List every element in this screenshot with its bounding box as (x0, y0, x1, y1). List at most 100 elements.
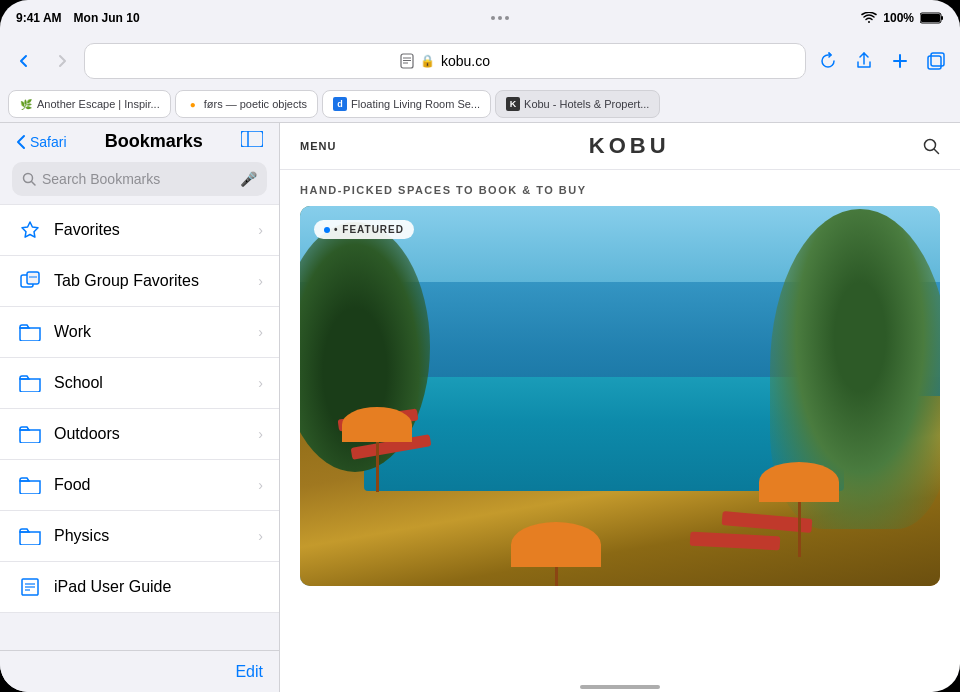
battery-level: 100% (883, 11, 914, 25)
favorites-chevron: › (258, 222, 263, 238)
tab-group-favorites-chevron: › (258, 273, 263, 289)
outdoors-label: Outdoors (54, 425, 258, 443)
tab-favicon-1: 🌿 (19, 97, 33, 111)
back-safari-label: Safari (30, 134, 67, 150)
featured-badge: • FEATURED (314, 220, 414, 239)
svg-rect-1 (941, 16, 943, 20)
tab-kobu[interactable]: K Kobu - Hotels & Propert... (495, 90, 660, 118)
svg-rect-10 (931, 53, 944, 66)
kobu-search-icon[interactable] (922, 137, 940, 155)
web-content: MENU KOBU HAND-PICKED SPACES TO BOOK & T… (280, 123, 960, 692)
bookmark-item-food[interactable]: Food › (0, 460, 279, 511)
edit-button[interactable]: Edit (235, 663, 263, 681)
bookmark-list: Favorites › Tab Group Favorites › (0, 204, 279, 650)
back-to-safari[interactable]: Safari (16, 134, 67, 150)
status-center-dots (491, 16, 509, 20)
bookmark-item-favorites[interactable]: Favorites › (0, 204, 279, 256)
pool-scene (300, 206, 940, 586)
scroll-indicator (580, 685, 660, 689)
tab-label-4: Kobu - Hotels & Propert... (524, 98, 649, 110)
wifi-icon (861, 12, 877, 24)
kobu-hero-image: • FEATURED (300, 206, 940, 586)
new-tab-button[interactable] (884, 45, 916, 77)
sidebar-header: Safari Bookmarks (0, 123, 279, 152)
share-button[interactable] (848, 45, 880, 77)
tab-fors[interactable]: ● førs — poetic objects (175, 90, 318, 118)
bookmark-item-work[interactable]: Work › (0, 307, 279, 358)
address-bar[interactable]: 🔒 kobu.co (84, 43, 806, 79)
kobu-tagline: HAND-PICKED SPACES TO BOOK & TO BUY (280, 170, 960, 206)
svg-line-14 (32, 182, 36, 186)
ipad-user-guide-label: iPad User Guide (54, 578, 263, 596)
battery-icon (920, 12, 944, 24)
tab-floating-room[interactable]: d Floating Living Room Se... (322, 90, 491, 118)
favorites-icon (16, 216, 44, 244)
featured-badge-text: • FEATURED (334, 224, 404, 235)
kobu-header: MENU KOBU (280, 123, 960, 170)
toolbar-actions (812, 45, 952, 77)
tab-favicon-2: ● (186, 97, 200, 111)
bookmark-item-tab-group-favorites[interactable]: Tab Group Favorites › (0, 256, 279, 307)
physics-chevron: › (258, 528, 263, 544)
svg-rect-11 (241, 131, 263, 147)
reload-button[interactable] (812, 45, 844, 77)
school-chevron: › (258, 375, 263, 391)
physics-folder-icon (16, 522, 44, 550)
search-placeholder: Search Bookmarks (42, 171, 160, 187)
reader-mode-icon (400, 53, 414, 69)
favorites-label: Favorites (54, 221, 258, 239)
school-label: School (54, 374, 258, 392)
bookmark-item-ipad-user-guide[interactable]: iPad User Guide (0, 562, 279, 613)
mic-icon: 🎤 (240, 171, 257, 187)
svg-rect-9 (928, 56, 941, 69)
bookmark-item-outdoors[interactable]: Outdoors › (0, 409, 279, 460)
lock-icon: 🔒 (420, 54, 435, 68)
sidebar-title: Bookmarks (67, 131, 241, 152)
tab-label-3: Floating Living Room Se... (351, 98, 480, 110)
bookmark-item-physics[interactable]: Physics › (0, 511, 279, 562)
food-folder-icon (16, 471, 44, 499)
tab-another-escape[interactable]: 🌿 Another Escape | Inspir... (8, 90, 171, 118)
svg-rect-16 (27, 272, 39, 284)
svg-rect-2 (921, 14, 940, 22)
outdoors-chevron: › (258, 426, 263, 442)
url-text: kobu.co (441, 53, 490, 69)
bookmark-item-school[interactable]: School › (0, 358, 279, 409)
ipad-user-guide-icon (16, 573, 44, 601)
status-bar-left: 9:41 AM Mon Jun 10 (16, 11, 140, 25)
kobu-menu-label[interactable]: MENU (300, 140, 336, 152)
outdoors-folder-icon (16, 420, 44, 448)
tab-overview-button[interactable] (920, 45, 952, 77)
status-time: 9:41 AM (16, 11, 62, 25)
tab-label-2: førs — poetic objects (204, 98, 307, 110)
main-area: Safari Bookmarks Search Bookmarks (0, 123, 960, 692)
status-date: Mon Jun 10 (74, 11, 140, 25)
status-bar-right: 100% (861, 11, 944, 25)
search-icon (22, 172, 36, 186)
school-folder-icon (16, 369, 44, 397)
sidebar-toggle-button[interactable] (241, 131, 263, 152)
tab-group-favorites-label: Tab Group Favorites (54, 272, 258, 290)
sidebar-footer: Edit (0, 650, 279, 692)
status-bar: 9:41 AM Mon Jun 10 100% (0, 0, 960, 36)
physics-label: Physics (54, 527, 258, 545)
browser-toolbar: 🔒 kobu.co (0, 36, 960, 86)
search-bar[interactable]: Search Bookmarks 🎤 (12, 162, 267, 196)
back-button[interactable] (8, 45, 40, 77)
work-chevron: › (258, 324, 263, 340)
tab-favicon-3: d (333, 97, 347, 111)
tab-group-favorites-icon (16, 267, 44, 295)
work-folder-icon (16, 318, 44, 346)
svg-point-21 (924, 140, 935, 151)
work-label: Work (54, 323, 258, 341)
food-label: Food (54, 476, 258, 494)
tabs-bar: 🌿 Another Escape | Inspir... ● førs — po… (0, 86, 960, 122)
browser-chrome: 🔒 kobu.co (0, 36, 960, 123)
forward-button[interactable] (46, 45, 78, 77)
sidebar: Safari Bookmarks Search Bookmarks (0, 123, 280, 692)
ipad-frame: 9:41 AM Mon Jun 10 100% (0, 0, 960, 692)
tab-label-1: Another Escape | Inspir... (37, 98, 160, 110)
svg-line-22 (934, 150, 938, 154)
food-chevron: › (258, 477, 263, 493)
tab-favicon-4: K (506, 97, 520, 111)
